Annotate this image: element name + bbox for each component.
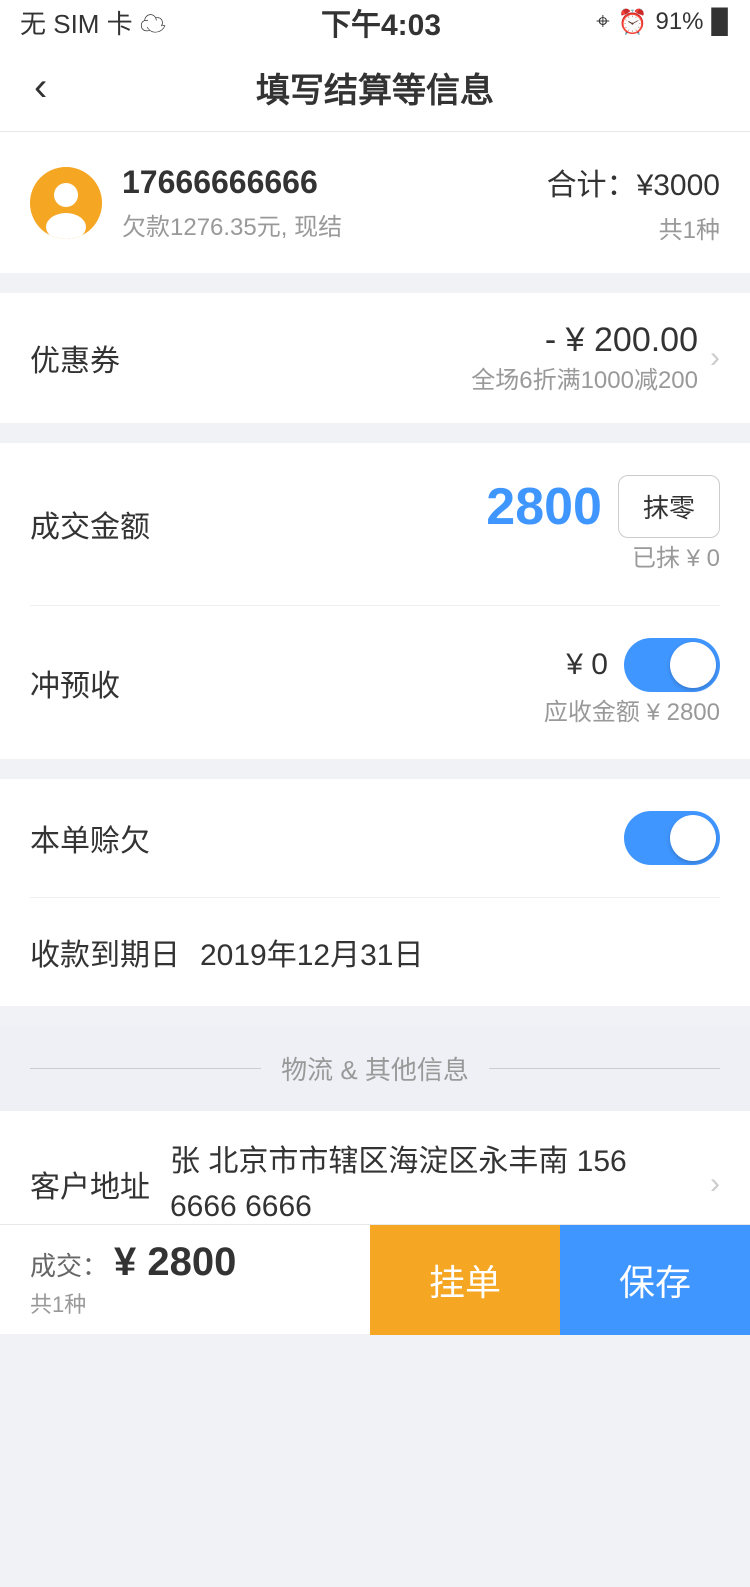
coupon-card[interactable]: 优惠券 - ¥ 200.00 全场6折满1000减200 › [0, 293, 750, 423]
save-button[interactable]: 保存 [560, 1225, 750, 1335]
total-count: 共1种 [547, 210, 720, 245]
deal-sub-text: 已抹 ¥ 0 [486, 538, 720, 573]
debt-toggle[interactable] [624, 811, 720, 865]
address-chevron-icon: › [710, 1167, 720, 1201]
coupon-chevron-icon: › [710, 341, 720, 375]
deal-label: 成交金额 [30, 502, 150, 546]
coupon-desc: 全场6折满1000减200 [471, 360, 698, 395]
address-label: 客户地址 [30, 1162, 150, 1206]
customer-phone: 17666666666 [122, 164, 342, 201]
location-icon: ⌖ [596, 8, 610, 36]
footer-deal-count: 共1种 [30, 1287, 340, 1319]
time-display: 下午4:03 [321, 9, 441, 42]
deal-amount: 2800 [486, 477, 602, 537]
prepay-label: 冲预收 [30, 661, 120, 705]
content-area: 17666666666 欠款1276.35元, 现结 合计：¥3000 共1种 … [0, 132, 750, 1587]
alarm-icon: ⏰ [618, 8, 648, 37]
footer-deal-amount: ¥ 2800 [114, 1240, 236, 1285]
page-title: 填写结算等信息 [256, 63, 494, 112]
customer-sub-text: 欠款1276.35元, 现结 [122, 207, 342, 242]
battery-text: 91% [655, 8, 703, 36]
total-amount: 合计：¥3000 [547, 160, 720, 204]
logistics-header: 物流 & 其他信息 [0, 1026, 750, 1111]
coupon-label: 优惠券 [30, 336, 120, 380]
signal-text: 无 SIM 卡 ☁ [20, 4, 166, 41]
coupon-discount: - ¥ 200.00 [471, 321, 698, 360]
logistics-title: 物流 & 其他信息 [281, 1050, 469, 1087]
debt-section: 本单赊欠 收款到期日 2019年12月31日 [0, 779, 750, 1006]
due-date-label: 收款到期日 [30, 930, 180, 974]
round-button[interactable]: 抹零 [618, 475, 720, 538]
battery-icon: ▉ [712, 8, 730, 37]
footer: 成交： ¥ 2800 共1种 挂单 保存 [0, 1224, 750, 1334]
prepay-toggle[interactable] [624, 638, 720, 692]
prepay-sub-text: 应收金额 ¥ 2800 [544, 692, 720, 727]
nav-bar: ‹ 填写结算等信息 [0, 44, 750, 132]
deal-section: 成交金额 2800 抹零 已抹 ¥ 0 冲预收 ¥ 0 [0, 443, 750, 759]
status-bar: 无 SIM 卡 ☁ 下午4:03 ⌖ ⏰ 91% ▉ [0, 0, 750, 44]
prepay-amount: ¥ 0 [566, 648, 608, 682]
hold-button[interactable]: 挂单 [370, 1225, 560, 1335]
back-button[interactable]: ‹ [24, 55, 57, 120]
due-date-value: 2019年12月31日 [200, 930, 423, 974]
debt-label: 本单赊欠 [30, 816, 150, 860]
due-date-row: 收款到期日 2019年12月31日 [30, 898, 720, 1006]
address-value: 张 北京市市辖区海淀区永丰南 156 6666 6666 [170, 1139, 700, 1229]
customer-card: 17666666666 欠款1276.35元, 现结 合计：¥3000 共1种 [0, 132, 750, 273]
avatar [30, 167, 102, 239]
footer-deal-label: 成交： [30, 1246, 108, 1283]
